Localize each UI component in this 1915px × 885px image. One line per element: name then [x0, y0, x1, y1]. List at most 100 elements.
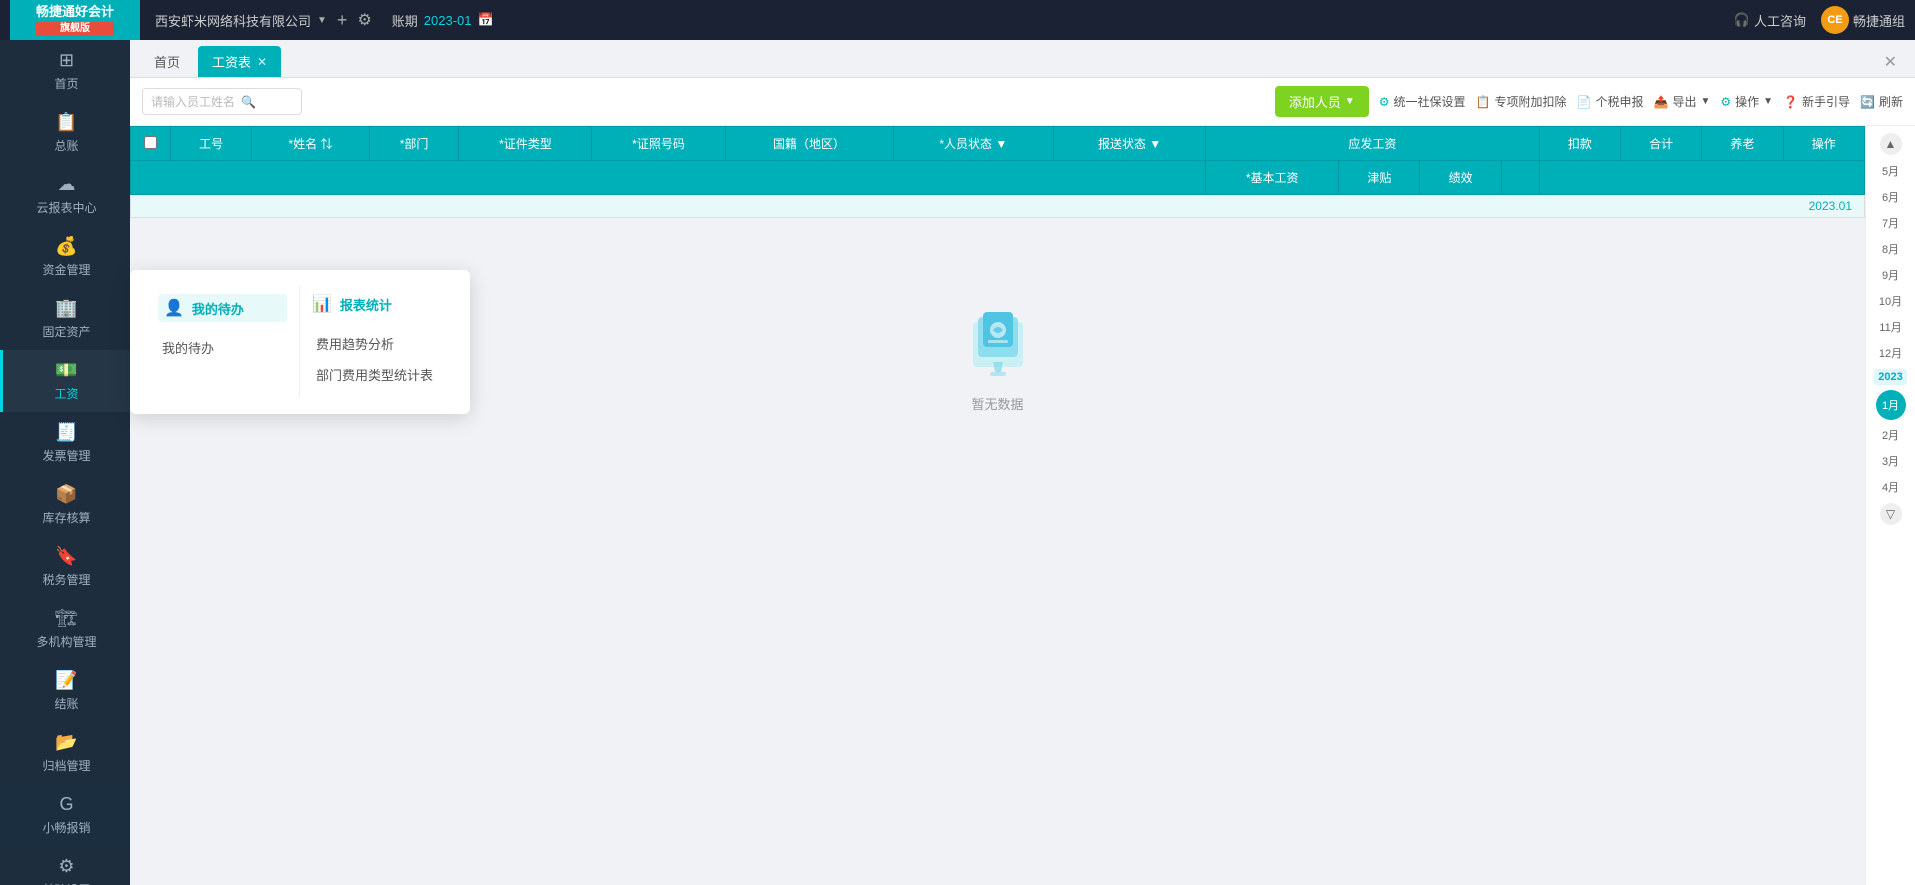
- user-name: 畅捷通组: [1853, 11, 1905, 30]
- select-all-checkbox[interactable]: [144, 136, 157, 149]
- sidebar-label-xiao-chang: 小畅报销: [42, 819, 90, 836]
- sidebar-item-tax[interactable]: 🔖税务管理: [0, 536, 130, 598]
- header-deduct2: [1501, 161, 1539, 195]
- topbar-actions: + ⚙: [337, 10, 372, 31]
- toolbar-action-icon-operations: ⚙: [1720, 95, 1731, 109]
- empty-text: 暂无数据: [971, 394, 1023, 413]
- company-selector[interactable]: 西安虾米网络科技有限公司 ▼: [155, 11, 327, 30]
- toolbar-action-tax-declaration[interactable]: 📄个税申报: [1577, 93, 1644, 110]
- table-wrapper: 工号 *姓名 ⇅ *部门 *证件类型 *证照号码 国籍（地区） *人员状态 ▼ …: [130, 126, 1915, 885]
- sidebar-label-salary: 工资: [54, 385, 78, 402]
- toolbar-action-label-refresh: 刷新: [1879, 93, 1903, 110]
- toolbar-action-label-new-guide: 新手引导: [1802, 93, 1850, 110]
- toolbar-action-icon-social-insurance: ⚙: [1379, 95, 1390, 109]
- search-box[interactable]: 请输入员工姓名 🔍: [142, 88, 302, 115]
- toolbar-action-icon-export: 📤: [1654, 95, 1669, 109]
- month-item-8[interactable]: 8月: [1866, 236, 1915, 262]
- tab-home[interactable]: 首页: [140, 46, 194, 77]
- month-item-5[interactable]: 5月: [1866, 158, 1915, 184]
- month-nav-up[interactable]: ▲: [1880, 133, 1902, 155]
- sidebar-item-multi-org[interactable]: 🏗多机构管理: [0, 598, 130, 660]
- header-report-status: 报送状态 ▼: [1054, 127, 1206, 161]
- popup-reports-item-1[interactable]: 费用趋势分析: [312, 328, 442, 359]
- table-header-row1: 工号 *姓名 ⇅ *部门 *证件类型 *证照号码 国籍（地区） *人员状态 ▼ …: [131, 127, 1865, 161]
- sidebar: ⊞首页 📋 总账 ☁云报表中心💰资金管理🏢固定资产 💵 工资 🧾发票管理📦库存核算🔖税务管理…: [0, 40, 130, 885]
- sidebar-icon-fixed-assets: 🏢: [55, 298, 77, 319]
- add-person-button[interactable]: 添加人员 ▼: [1275, 86, 1369, 117]
- user-service[interactable]: 🎧 人工咨询: [1734, 11, 1806, 30]
- sidebar-label-general-ledger: 总账: [54, 137, 78, 154]
- sidebar-label-basic-settings: 基础设置: [42, 881, 90, 885]
- month-item-3[interactable]: 3月: [1866, 448, 1915, 474]
- month-item-10[interactable]: 10月: [1866, 288, 1915, 314]
- popup-col-reports: 📊 报表统计 费用趋势分析 部门费用类型统计表: [300, 286, 454, 398]
- sidebar-item-salary[interactable]: 💵 工资: [0, 350, 130, 412]
- toolbar-action-label-tax-declaration: 个税申报: [1595, 93, 1643, 110]
- table-container: 工号 *姓名 ⇅ *部门 *证件类型 *证照号码 国籍（地区） *人员状态 ▼ …: [130, 126, 1865, 885]
- header-country: 国籍（地区）: [725, 127, 893, 161]
- settings-icon[interactable]: ⚙: [357, 10, 371, 30]
- sidebar-item-fixed-assets[interactable]: 🏢固定资产: [0, 288, 130, 350]
- tab-close-icon[interactable]: ✕: [257, 55, 267, 69]
- add-icon[interactable]: +: [337, 10, 348, 31]
- tab-bar: 首页 工资表 ✕ ✕: [130, 40, 1915, 78]
- header-name: *姓名 ⇅: [252, 127, 369, 161]
- sidebar-item-home[interactable]: ⊞首页: [0, 40, 130, 102]
- header-checkbox[interactable]: [131, 127, 171, 161]
- toolbar-action-export[interactable]: 📤导出▼: [1654, 93, 1711, 110]
- toolbar: 请输入员工姓名 🔍 添加人员 ▼ ⚙统一社保设置 📋专项附加扣除 📄个税申报 📤导出▼…: [130, 78, 1915, 126]
- toolbar-action-operations[interactable]: ⚙操作▼: [1720, 93, 1773, 110]
- toolbar-action-special-deduction[interactable]: 📋专项附加扣除: [1476, 93, 1567, 110]
- popup-todo-item[interactable]: 我的待办: [158, 332, 287, 363]
- month-nav-down[interactable]: ▽: [1880, 503, 1902, 525]
- popup-reports-item-2[interactable]: 部门费用类型统计表: [312, 359, 442, 390]
- header-id-type: *证件类型: [459, 127, 592, 161]
- sidebar-item-settlement[interactable]: 📝 结账: [0, 660, 130, 722]
- sidebar-item-fund-management[interactable]: 💰资金管理: [0, 226, 130, 288]
- topbar-right: 🎧 人工咨询 CE 畅捷通组: [1734, 6, 1905, 34]
- calendar-icon[interactable]: 📅: [478, 12, 494, 28]
- sidebar-icon-fund-management: 💰: [55, 236, 77, 257]
- toolbar-action-refresh[interactable]: 🔄 刷新: [1860, 93, 1903, 110]
- header-number: 工号: [171, 127, 252, 161]
- year-2023-label: 2023: [1874, 369, 1906, 385]
- avatar: CE: [1821, 6, 1849, 34]
- sidebar-icon-general-ledger: 📋: [55, 112, 77, 133]
- month-item-6[interactable]: 6月: [1866, 184, 1915, 210]
- month-item-11[interactable]: 11月: [1866, 314, 1915, 340]
- tab-salary-table[interactable]: 工资表 ✕: [198, 46, 281, 77]
- month-item-12[interactable]: 12月: [1866, 340, 1915, 366]
- sidebar-icon-tax: 🔖: [55, 546, 77, 567]
- period-value: 2023-01: [424, 13, 472, 28]
- sidebar-label-home: 首页: [54, 75, 78, 92]
- sidebar-item-inventory[interactable]: 📦库存核算: [0, 474, 130, 536]
- sidebar-icon-salary: 💵: [55, 360, 77, 381]
- logo-text: 畅捷通好会计 旗舰版: [36, 4, 114, 36]
- sidebar-icon-settlement: 📝: [55, 670, 77, 691]
- sidebar-item-general-ledger[interactable]: 📋 总账: [0, 102, 130, 164]
- header-salary-group: 应发工资: [1206, 127, 1540, 161]
- month-item-7[interactable]: 7月: [1866, 210, 1915, 236]
- month-item-1[interactable]: 1月: [1876, 390, 1906, 420]
- top-bar: 畅捷通好会计 旗舰版 西安虾米网络科技有限公司 ▼ + ⚙ 账期 2023-01…: [0, 0, 1915, 40]
- toolbar-actions: ⚙统一社保设置 📋专项附加扣除 📄个税申报 📤导出▼ ⚙操作▼ ❓新手引导 🔄 刷新: [1379, 93, 1903, 110]
- header-bonus: 津贴: [1339, 161, 1420, 195]
- sidebar-icon-archive: 📂: [55, 732, 77, 753]
- sidebar-item-basic-settings[interactable]: ⚙基础设置: [0, 846, 130, 885]
- tab-area-close-icon[interactable]: ✕: [1884, 52, 1897, 72]
- toolbar-action-social-insurance[interactable]: ⚙统一社保设置: [1379, 93, 1466, 110]
- search-icon[interactable]: 🔍: [241, 95, 256, 109]
- user-profile[interactable]: CE 畅捷通组: [1821, 6, 1905, 34]
- toolbar-action-icon-tax-declaration: 📄: [1577, 95, 1592, 109]
- toolbar-action-icon-refresh: 🔄: [1860, 95, 1875, 109]
- sidebar-item-xiao-chang[interactable]: G小畅报销: [0, 784, 130, 846]
- month-item-9[interactable]: 9月: [1866, 262, 1915, 288]
- sidebar-item-archive[interactable]: 📂归档管理: [0, 722, 130, 784]
- toolbar-action-new-guide[interactable]: ❓新手引导: [1783, 93, 1850, 110]
- header-person-status: *人员状态 ▼: [893, 127, 1054, 161]
- month-item-4[interactable]: 4月: [1866, 474, 1915, 500]
- sidebar-item-invoice-management[interactable]: 🧾发票管理: [0, 412, 130, 474]
- sidebar-label-settlement: 结账: [54, 695, 78, 712]
- month-item-2[interactable]: 2月: [1866, 422, 1915, 448]
- sidebar-item-cloud-reports[interactable]: ☁云报表中心: [0, 164, 130, 226]
